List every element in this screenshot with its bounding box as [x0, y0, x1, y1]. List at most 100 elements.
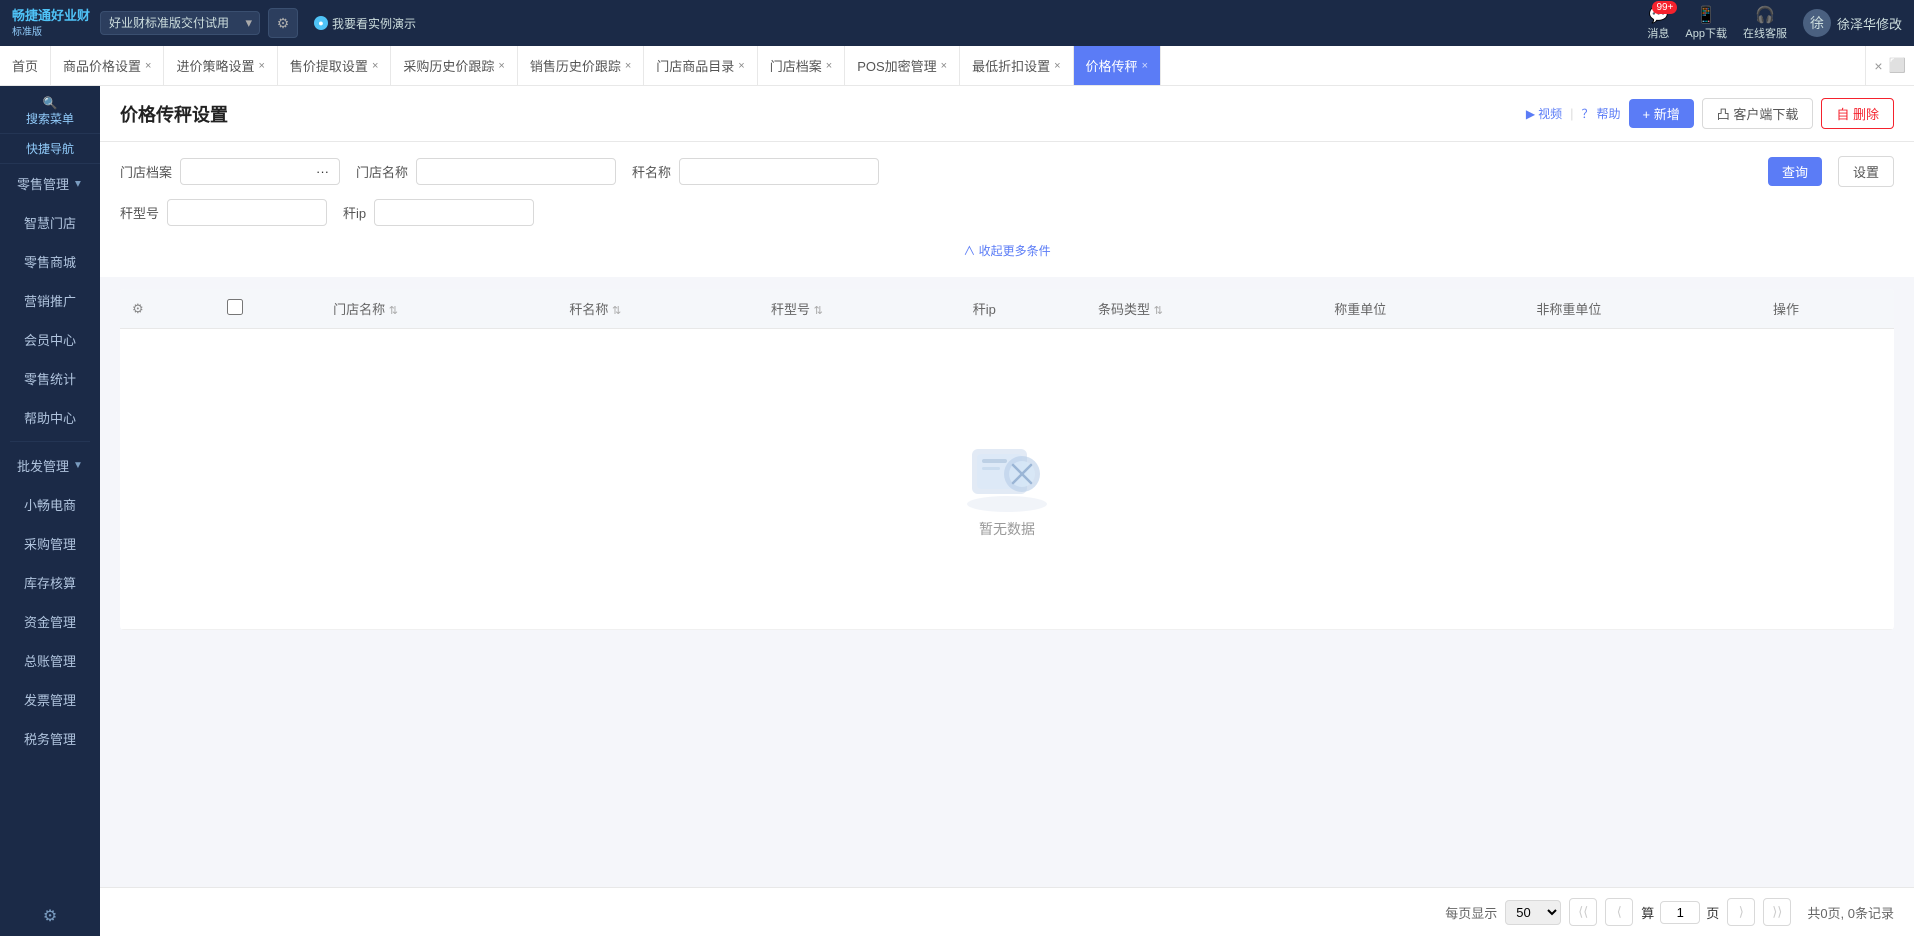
online-service-button[interactable]: 🎧 在线客服 — [1743, 5, 1787, 41]
demo-dot-icon: ● — [314, 16, 328, 30]
sidebar-quick-nav[interactable]: 快捷导航 — [0, 134, 100, 164]
filter-row-1: 门店档案 ··· 门店名称 秆名称 查询 — [120, 156, 1894, 187]
sidebar-search[interactable]: 🔍 搜索菜单 — [0, 86, 100, 134]
collapse-button[interactable]: ∧ 收起更多条件 — [963, 242, 1050, 259]
tab-min-discount-close[interactable]: × — [1054, 60, 1060, 72]
tab-store-catalog-close[interactable]: × — [738, 60, 744, 72]
sidebar-item-wholesale[interactable]: 批发管理 ▼ — [0, 446, 100, 485]
scale-ip-input[interactable] — [374, 199, 534, 226]
collapse-bar: ∧ 收起更多条件 — [120, 238, 1894, 267]
th-scale-model-sort-icon[interactable]: ⇅ — [814, 305, 823, 317]
sidebar-item-marketing[interactable]: 营销推广 — [0, 281, 100, 320]
page-size-select[interactable]: 50 10 20 100 — [1505, 900, 1561, 925]
empty-text: 暂无数据 — [979, 519, 1035, 539]
sidebar-item-inventory[interactable]: 库存核算 — [0, 563, 100, 602]
setting-button[interactable]: 设置 — [1838, 156, 1894, 187]
app-download-button[interactable]: 📱 App下载 — [1685, 5, 1727, 41]
video-link[interactable]: ▶ 视频 — [1526, 105, 1562, 122]
version-select-wrap[interactable]: 好业财标准版交付试用 — [100, 11, 260, 35]
demo-button[interactable]: ● 我要看实例演示 — [314, 15, 416, 32]
tab-price-scale-close[interactable]: × — [1142, 60, 1148, 72]
gear-button[interactable]: ⚙ — [268, 8, 298, 38]
tab-store-file[interactable]: 门店档案 × — [758, 46, 845, 85]
store-file-select[interactable]: ··· — [180, 158, 340, 185]
video-label: 视频 — [1538, 105, 1562, 122]
sidebar-item-invoice[interactable]: 发票管理 — [0, 680, 100, 719]
query-button[interactable]: 查询 — [1768, 157, 1822, 186]
tab-pos-manage[interactable]: POS加密管理 × — [845, 46, 960, 85]
tab-purchase-strategy[interactable]: 进价策略设置 × — [164, 46, 277, 85]
help-link[interactable]: ？ 帮助 — [1582, 105, 1621, 122]
scale-ip-label: 秆ip — [343, 203, 366, 222]
th-scale-name-sort-icon[interactable]: ⇅ — [612, 305, 621, 317]
sidebar-item-wisdom-store[interactable]: 智慧门店 — [0, 203, 100, 242]
next-page-button[interactable]: ⟩ — [1727, 898, 1755, 926]
online-service-label: 在线客服 — [1743, 25, 1787, 41]
store-name-label: 门店名称 — [356, 162, 408, 181]
tab-sale-history-close[interactable]: × — [625, 60, 631, 72]
tab-sale-price[interactable]: 售价提取设置 × — [278, 46, 391, 85]
ecommerce-label: 小畅电商 — [24, 495, 76, 514]
sidebar-item-purchase[interactable]: 采购管理 — [0, 524, 100, 563]
page-input[interactable] — [1660, 901, 1700, 924]
logo-title: 畅捷通好业财 — [12, 8, 90, 24]
sidebar-item-help[interactable]: 帮助中心 — [0, 398, 100, 437]
sidebar-item-tax[interactable]: 税务管理 — [0, 719, 100, 758]
help-label: 帮助中心 — [24, 408, 76, 427]
add-button[interactable]: + 新增 — [1629, 99, 1694, 128]
scale-model-label: 秆型号 — [120, 203, 159, 222]
last-page-button[interactable]: ⟩⟩ — [1763, 898, 1791, 926]
sidebar-item-ecommerce[interactable]: 小畅电商 — [0, 485, 100, 524]
version-select[interactable]: 好业财标准版交付试用 — [100, 11, 260, 35]
tab-price-scale[interactable]: 价格传秤 × — [1074, 46, 1161, 85]
delete-button[interactable]: 自 删除 — [1821, 98, 1894, 129]
prev-page-button[interactable]: ⟨ — [1605, 898, 1633, 926]
scale-name-input[interactable] — [679, 158, 879, 185]
marketing-label: 营销推广 — [24, 291, 76, 310]
th-weight-unit-label: 称重单位 — [1334, 302, 1386, 317]
table-gear-icon[interactable]: ⚙ — [132, 301, 144, 316]
select-all-checkbox[interactable] — [227, 299, 243, 315]
tab-home[interactable]: 首页 — [0, 46, 51, 85]
tab-purchase-history[interactable]: 采购历史价跟踪 × — [391, 46, 517, 85]
tab-maximize-icon[interactable]: ⬜ — [1889, 57, 1906, 74]
sidebar-item-member[interactable]: 会员中心 — [0, 320, 100, 359]
user-area[interactable]: 徐 徐泽华修改 — [1803, 9, 1902, 37]
tab-purchase-history-close[interactable]: × — [498, 60, 504, 72]
th-store-name-sort-icon[interactable]: ⇅ — [389, 305, 398, 317]
sidebar-item-general-ledger[interactable]: 总账管理 — [0, 641, 100, 680]
messages-button[interactable]: 💬 消息 99+ — [1647, 5, 1669, 41]
tab-pos-manage-close[interactable]: × — [941, 60, 947, 72]
store-name-input[interactable] — [416, 158, 616, 185]
tab-price-close[interactable]: × — [145, 60, 151, 72]
tab-purchase-strategy-close[interactable]: × — [258, 60, 264, 72]
th-gear: ⚙ — [120, 289, 215, 329]
tab-sale-history[interactable]: 销售历史价跟踪 × — [518, 46, 644, 85]
download-button[interactable]: 凸 客户端下载 — [1702, 98, 1814, 129]
store-file-dots: ··· — [316, 164, 329, 179]
th-store-name: 门店名称 ⇅ — [321, 289, 557, 329]
pagination-bar: 每页显示 50 10 20 100 ⟨⟨ ⟨ 算 页 ⟩ ⟩⟩ 共0页, 0条记… — [100, 887, 1914, 936]
tab-sale-price-close[interactable]: × — [372, 60, 378, 72]
sidebar-item-retail[interactable]: 零售管理 ▲ — [0, 164, 100, 203]
sidebar-item-retail-stat[interactable]: 零售统计 — [0, 359, 100, 398]
app-icon: 📱 — [1696, 5, 1716, 25]
tab-close-icon[interactable]: × — [1874, 58, 1882, 74]
tab-store-catalog[interactable]: 门店商品目录 × — [644, 46, 757, 85]
tab-purchase-history-label: 采购历史价跟踪 — [403, 56, 494, 75]
scale-model-input[interactable] — [167, 199, 327, 226]
sidebar-item-retail-mall[interactable]: 零售商城 — [0, 242, 100, 281]
tab-price[interactable]: 商品价格设置 × — [51, 46, 164, 85]
first-page-button[interactable]: ⟨⟨ — [1569, 898, 1597, 926]
th-barcode-type-sort-icon[interactable]: ⇅ — [1154, 305, 1163, 317]
tab-store-file-close[interactable]: × — [826, 60, 832, 72]
app-download-label: App下载 — [1685, 25, 1727, 41]
top-right-area: 💬 消息 99+ 📱 App下载 🎧 在线客服 徐 徐泽华修改 — [1647, 5, 1902, 41]
sidebar-section: 零售管理 ▲ 智慧门店 零售商城 营销推广 会员中心 零售统计 帮助中心 — [0, 164, 100, 758]
sidebar-item-finance[interactable]: 资金管理 — [0, 602, 100, 641]
tab-min-discount[interactable]: 最低折扣设置 × — [960, 46, 1073, 85]
th-checkbox — [215, 289, 321, 329]
top-bar: 畅捷通好业财 标准版 好业财标准版交付试用 ⚙ ● 我要看实例演示 💬 消息 9… — [0, 0, 1914, 46]
th-store-name-label: 门店名称 — [333, 302, 385, 317]
sidebar-gear-button[interactable]: ⚙ — [0, 896, 100, 936]
